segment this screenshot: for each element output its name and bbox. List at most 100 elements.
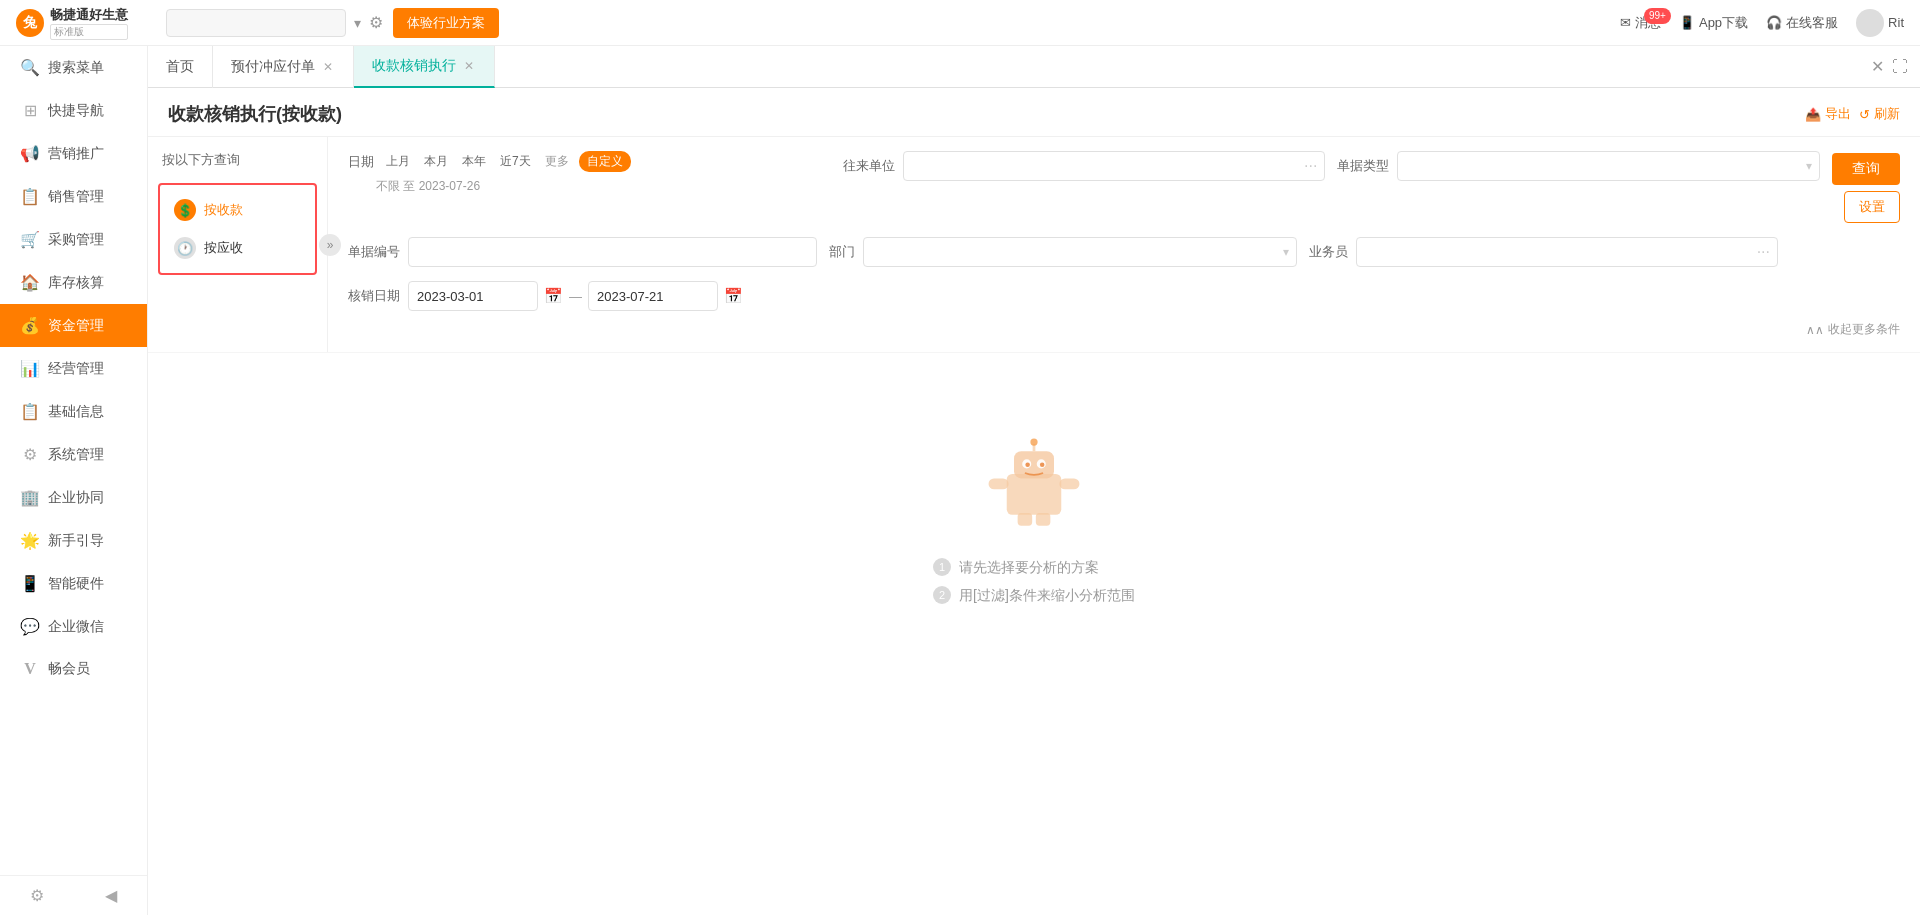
sidebar-footer: ⚙ ◀ [0, 875, 147, 915]
sidebar-label-sales: 销售管理 [48, 188, 104, 206]
export-label: 导出 [1825, 105, 1851, 123]
tab-close-all-button[interactable]: ✕ [1871, 57, 1884, 76]
inventory-icon: 🏠 [20, 273, 40, 292]
content-area: 首页 预付冲应付单 ✕ 收款核销执行 ✕ ✕ ⛶ 收款核销执行(按收款) [148, 46, 1920, 915]
collapse-conditions-button[interactable]: ∧∧ 收起更多条件 [1806, 321, 1900, 338]
app-name: 畅捷通好生意 [50, 6, 128, 24]
sidebar-label-search: 搜索菜单 [48, 59, 104, 77]
tab-bar-actions: ✕ ⛶ [1871, 57, 1920, 76]
message-icon-area[interactable]: ✉ 消息 99+ [1620, 14, 1661, 32]
filter-panel-collapse-button[interactable]: » [319, 234, 341, 256]
export-button[interactable]: 📤 导出 [1805, 105, 1851, 123]
sidebar-item-finance[interactable]: 💰 资金管理 [0, 304, 147, 347]
phone-icon: 📱 [1679, 15, 1695, 30]
filter-by-receipt[interactable]: 💲 按收款 [160, 191, 315, 229]
voucher-type-label: 单据类型 [1337, 157, 1389, 175]
svg-rect-9 [1036, 513, 1051, 526]
sidebar-label-hardware: 智能硬件 [48, 575, 104, 593]
filter-by-receivable[interactable]: 🕐 按应收 [160, 229, 315, 267]
industry-solution-button[interactable]: 体验行业方案 [393, 8, 499, 38]
date-shortcuts: 上月 本月 本年 近7天 更多 自定义 [382, 151, 631, 172]
export-icon: 📤 [1805, 107, 1821, 122]
svg-rect-8 [1018, 513, 1033, 526]
top-search-input[interactable] [166, 9, 346, 37]
filter-panel: 按以下方查询 💲 按收款 🕐 按应收 » [148, 137, 328, 352]
sales-icon: 📋 [20, 187, 40, 206]
online-service-area[interactable]: 🎧 在线客服 [1766, 14, 1838, 32]
query-button[interactable]: 查询 [1832, 153, 1900, 185]
sidebar-item-basic[interactable]: 📋 基础信息 [0, 390, 147, 433]
verify-date-end-input[interactable] [588, 281, 718, 311]
sidebar-item-marketing[interactable]: 📢 营销推广 [0, 132, 147, 175]
voucher-no-input[interactable] [408, 237, 817, 267]
sidebar-item-search[interactable]: 🔍 搜索菜单 [0, 46, 147, 89]
tab-home-label: 首页 [166, 58, 194, 76]
app-download-area[interactable]: 📱 App下载 [1679, 14, 1748, 32]
main-layout: 🔍 搜索菜单 ⊞ 快捷导航 📢 营销推广 📋 销售管理 🛒 采购管理 🏠 库存核… [0, 46, 1920, 915]
svg-rect-0 [1007, 474, 1062, 515]
message-icon: ✉ [1620, 15, 1631, 30]
verify-date-group: 📅 — 📅 [408, 281, 743, 311]
voucher-type-select[interactable] [1397, 151, 1820, 181]
sidebar-item-wechat[interactable]: 💬 企业微信 [0, 605, 147, 648]
sidebar-label-enterprise: 企业协同 [48, 489, 104, 507]
setting-button[interactable]: 设置 [1844, 191, 1900, 223]
user-area[interactable]: Rit [1856, 9, 1904, 37]
top-gear-button[interactable]: ⚙ [369, 13, 383, 32]
svg-point-4 [1025, 463, 1030, 468]
tab-collection-close[interactable]: ✕ [462, 57, 476, 75]
sidebar-item-system[interactable]: ⚙ 系统管理 [0, 433, 147, 476]
date-custom[interactable]: 自定义 [579, 151, 631, 172]
search-icon: 🔍 [20, 58, 40, 77]
sidebar-label-quick-nav: 快捷导航 [48, 102, 104, 120]
receipt-icon: 💲 [174, 199, 196, 221]
voucher-type-select-wrapper: ▾ [1397, 151, 1820, 181]
sidebar-item-guide[interactable]: 🌟 新手引导 [0, 519, 147, 562]
refresh-button[interactable]: ↺ 刷新 [1859, 105, 1900, 123]
message-badge: 99+ [1644, 8, 1671, 24]
verify-date-start-calendar-icon[interactable]: 📅 [544, 287, 563, 305]
sidebar-item-sales[interactable]: 📋 销售管理 [0, 175, 147, 218]
date-this-month[interactable]: 本月 [420, 151, 452, 172]
date-this-year[interactable]: 本年 [458, 151, 490, 172]
top-search-area: ▾ ⚙ [166, 9, 383, 37]
filter-by-receipt-label: 按收款 [204, 201, 243, 219]
tab-prepaid[interactable]: 预付冲应付单 ✕ [213, 46, 354, 88]
date-last-month[interactable]: 上月 [382, 151, 414, 172]
step-2-icon: 2 [933, 586, 951, 604]
department-label: 部门 [829, 243, 855, 261]
tab-bar: 首页 预付冲应付单 ✕ 收款核销执行 ✕ ✕ ⛶ [148, 46, 1920, 88]
sidebar-item-business[interactable]: 📊 经营管理 [0, 347, 147, 390]
top-chevron-button[interactable]: ▾ [354, 15, 361, 31]
sidebar-item-inventory[interactable]: 🏠 库存核算 [0, 261, 147, 304]
headset-icon: 🎧 [1766, 15, 1782, 30]
sidebar-item-quick-nav[interactable]: ⊞ 快捷导航 [0, 89, 147, 132]
svg-rect-7 [1059, 478, 1079, 489]
tab-expand-button[interactable]: ⛶ [1892, 58, 1908, 76]
app-badge: 标准版 [50, 24, 128, 40]
sidebar-settings-button[interactable]: ⚙ [30, 886, 44, 905]
chevron-up-icon: ∧∧ [1806, 323, 1824, 337]
salesman-input[interactable] [1356, 237, 1778, 267]
empty-text-list: 1 请先选择要分析的方案 2 用[过滤]条件来缩小分析范围 [933, 553, 1135, 609]
sidebar-item-enterprise[interactable]: 🏢 企业协同 [0, 476, 147, 519]
sidebar-collapse-button[interactable]: ◀ [105, 886, 117, 905]
sidebar-item-member[interactable]: V 畅会员 [0, 648, 147, 690]
tab-collection[interactable]: 收款核销执行 ✕ [354, 46, 495, 88]
avatar [1856, 9, 1884, 37]
verify-date-end-calendar-icon[interactable]: 📅 [724, 287, 743, 305]
department-select[interactable] [863, 237, 1298, 267]
date-more[interactable]: 更多 [541, 151, 573, 172]
partner-input[interactable] [903, 151, 1326, 181]
tab-collection-label: 收款核销执行 [372, 57, 456, 75]
verify-date-start-input[interactable] [408, 281, 538, 311]
date-7days[interactable]: 近7天 [496, 151, 535, 172]
sidebar-item-hardware[interactable]: 📱 智能硬件 [0, 562, 147, 605]
marketing-icon: 📢 [20, 144, 40, 163]
sidebar: 🔍 搜索菜单 ⊞ 快捷导航 📢 营销推广 📋 销售管理 🛒 采购管理 🏠 库存核… [0, 46, 148, 915]
sidebar-item-purchase[interactable]: 🛒 采购管理 [0, 218, 147, 261]
tab-prepaid-close[interactable]: ✕ [321, 58, 335, 76]
sidebar-label-member: 畅会员 [48, 660, 90, 678]
tab-home[interactable]: 首页 [148, 46, 213, 88]
sidebar-label-wechat: 企业微信 [48, 618, 104, 636]
